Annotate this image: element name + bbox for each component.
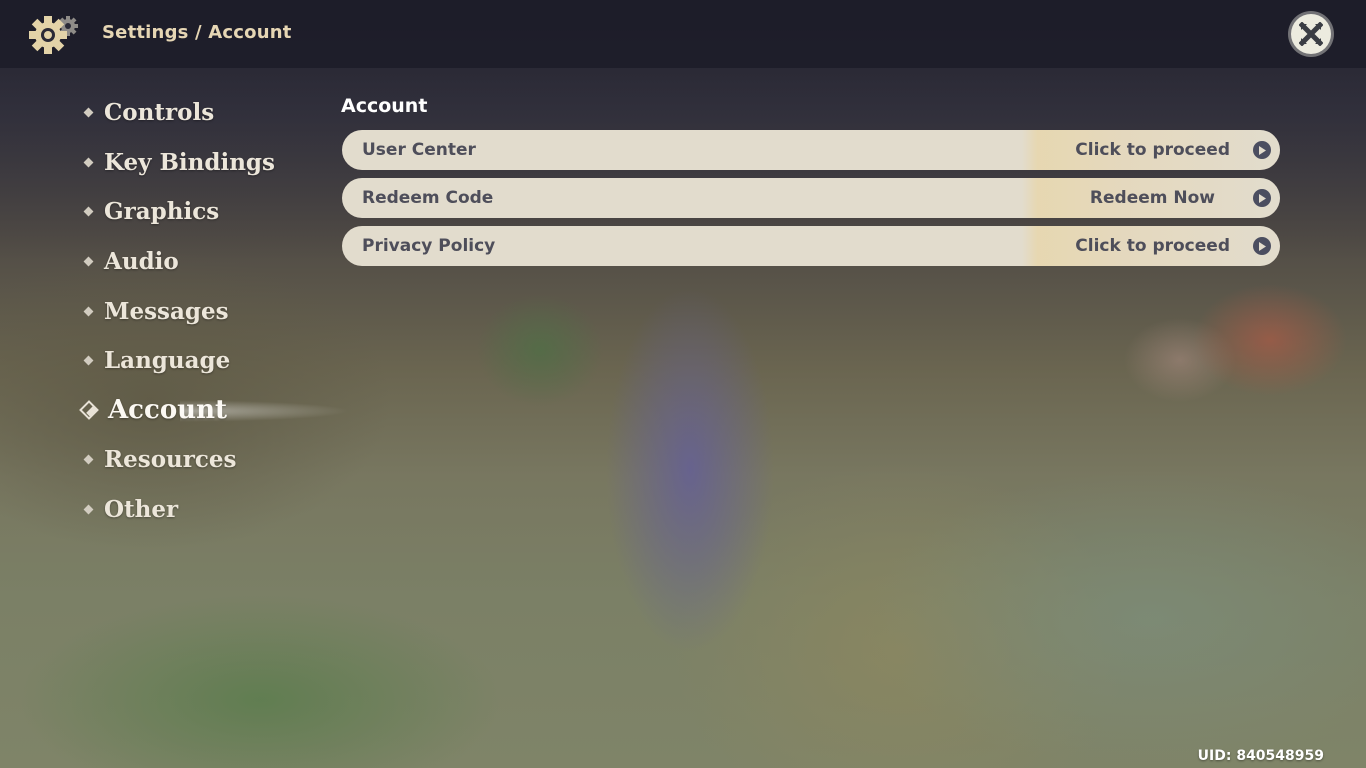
diamond-bullet-icon (83, 306, 94, 317)
privacy-policy-row[interactable]: Privacy Policy Click to proceed (342, 226, 1280, 266)
diamond-bullet-icon (83, 207, 94, 217)
sidebar-item-controls[interactable]: Controls (80, 88, 340, 138)
row-action[interactable]: Click to proceed (1075, 236, 1230, 256)
user-center-row[interactable]: User Center Click to proceed (342, 130, 1280, 170)
redeem-code-row[interactable]: Redeem Code Redeem Now (342, 178, 1280, 218)
selected-diamond-icon (79, 400, 99, 421)
sidebar-item-label: Messages (104, 297, 229, 325)
diamond-bullet-icon (83, 355, 94, 366)
close-button[interactable] (1291, 14, 1331, 54)
sidebar-item-label: Key Bindings (104, 148, 275, 176)
breadcrumb: Settings / Account (102, 22, 292, 43)
arrow-right-circle-icon[interactable] (1253, 189, 1271, 207)
diamond-bullet-icon (83, 455, 94, 465)
sidebar-item-messages[interactable]: Messages (80, 286, 340, 336)
sidebar-item-label: Account (108, 395, 227, 426)
diamond-bullet-icon (83, 107, 94, 118)
sidebar-item-label: Resources (104, 446, 237, 474)
diamond-bullet-icon (83, 504, 94, 515)
gear-icon (29, 16, 78, 54)
arrow-right-circle-icon[interactable] (1253, 237, 1271, 255)
sidebar-item-audio[interactable]: Audio (80, 237, 340, 287)
row-label: Privacy Policy (362, 236, 496, 256)
sidebar-item-key-bindings[interactable]: Key Bindings (80, 138, 340, 188)
settings-sidebar: Controls Key Bindings Graphics Audio Mes… (79, 88, 350, 535)
row-action[interactable]: Click to proceed (1075, 140, 1230, 160)
sidebar-item-label: Graphics (104, 198, 220, 226)
uid-label: UID: 840548959 (1197, 748, 1324, 764)
arrow-right-circle-icon[interactable] (1253, 141, 1271, 159)
row-action[interactable]: Redeem Now (1090, 188, 1215, 208)
sidebar-item-resources[interactable]: Resources (80, 435, 340, 485)
sidebar-item-label: Controls (104, 99, 215, 127)
section-title: Account (341, 95, 428, 117)
diamond-bullet-icon (83, 256, 94, 267)
sidebar-item-other[interactable]: Other (80, 485, 340, 535)
sidebar-item-label: Language (104, 347, 231, 375)
sidebar-item-graphics[interactable]: Graphics (80, 187, 340, 237)
top-bar: Settings / Account (0, 0, 1366, 68)
close-icon (1299, 22, 1323, 46)
row-label: User Center (362, 140, 476, 160)
sidebar-item-label: Audio (104, 248, 179, 276)
account-options-list: User Center Click to proceed Redeem Code… (342, 130, 1280, 274)
sidebar-item-language[interactable]: Language (80, 336, 340, 386)
row-label: Redeem Code (362, 188, 494, 208)
sidebar-item-label: Other (104, 496, 179, 524)
diamond-bullet-icon (83, 157, 94, 168)
sidebar-item-account[interactable]: Account (79, 386, 350, 436)
